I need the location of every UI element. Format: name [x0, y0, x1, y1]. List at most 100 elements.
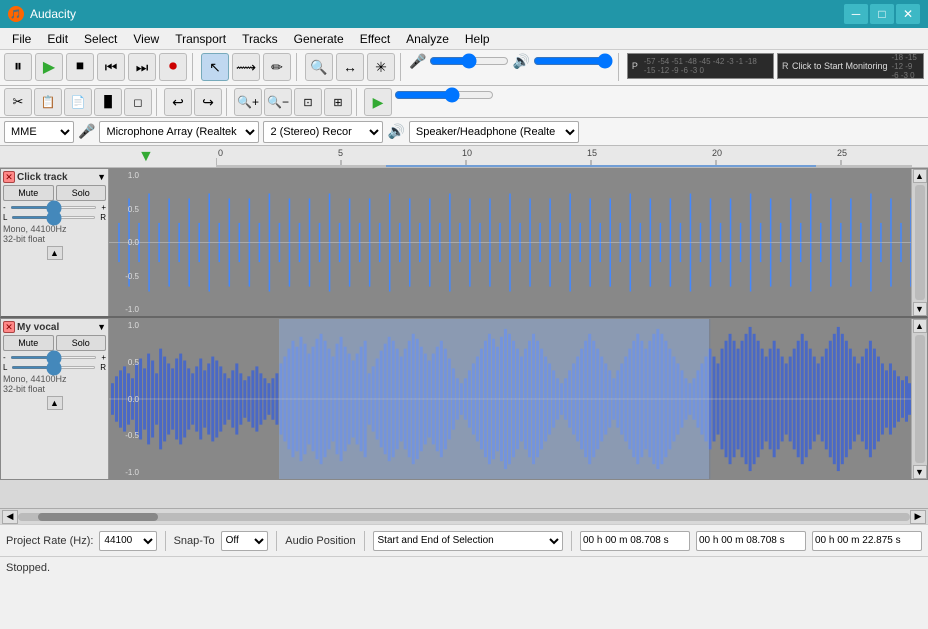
- play-button[interactable]: ▶: [35, 53, 63, 81]
- menu-transport[interactable]: Transport: [167, 30, 234, 48]
- zoom-tool[interactable]: 🔍: [305, 53, 333, 81]
- vocal-track-collapse[interactable]: ▲: [47, 396, 63, 410]
- vocal-track-info1: Mono, 44100Hz: [3, 374, 106, 384]
- vocal-track-scrollbar[interactable]: ▲ ▼: [911, 319, 927, 479]
- scroll-thumb: [915, 185, 925, 300]
- vocal-scroll-up[interactable]: ▲: [913, 319, 927, 333]
- vocal-scroll-down[interactable]: ▼: [913, 465, 927, 479]
- scroll-down[interactable]: ▼: [913, 302, 927, 316]
- menu-edit[interactable]: Edit: [39, 30, 76, 48]
- speaker-select[interactable]: Speaker/Headphone (Realte: [409, 121, 579, 143]
- menu-bar: File Edit Select View Transport Tracks G…: [0, 28, 928, 50]
- click-track-controls: ✕ Click track ▼ Mute Solo - + L R: [1, 169, 109, 316]
- paste-button[interactable]: 📄: [64, 88, 92, 116]
- play-at-speed-button[interactable]: ▶: [364, 88, 392, 116]
- menu-analyze[interactable]: Analyze: [398, 30, 457, 48]
- audio-position-input[interactable]: 00 h 00 m 08.708 s: [580, 531, 690, 551]
- app-icon: 🎵: [8, 6, 24, 22]
- menu-generate[interactable]: Generate: [286, 30, 352, 48]
- separator2: [296, 53, 300, 81]
- horizontal-scrollbar[interactable]: ◀ ▶: [0, 508, 928, 524]
- ruler-svg: 0 5 10 15 20 25 30: [216, 146, 912, 168]
- zoom-out-button[interactable]: 🔍−: [264, 88, 292, 116]
- selection-mode-select[interactable]: Start and End of Selection: [373, 531, 564, 551]
- pause-button[interactable]: ⏸: [4, 53, 32, 81]
- input-volume-slider[interactable]: [429, 53, 509, 69]
- skip-start-button[interactable]: ⏮: [97, 53, 125, 81]
- click-track-scrollbar[interactable]: ▲ ▼: [911, 169, 927, 316]
- snap-to-select[interactable]: Off: [221, 531, 269, 551]
- record-meter-ticks: -18 -15 -12 -9 -6 -3 0: [891, 53, 919, 79]
- undo-button[interactable]: ↩: [164, 88, 192, 116]
- multi-tool[interactable]: ✳: [367, 53, 395, 81]
- copy-button[interactable]: 📋: [34, 88, 62, 116]
- vocal-track-menu[interactable]: ▼: [97, 322, 106, 332]
- svg-text:0: 0: [218, 148, 223, 158]
- silence-button[interactable]: ◻: [124, 88, 152, 116]
- start-selection-input[interactable]: 00 h 00 m 08.708 s: [696, 531, 806, 551]
- stopped-bar: Stopped.: [0, 556, 928, 578]
- click-track-close[interactable]: ✕: [3, 171, 15, 183]
- vocal-pan-row: L R: [3, 363, 106, 372]
- menu-help[interactable]: Help: [457, 30, 498, 48]
- scroll-up[interactable]: ▲: [913, 169, 927, 183]
- project-rate-select[interactable]: 44100: [99, 531, 156, 551]
- record-meter[interactable]: R Click to Start Monitoring -18 -15 -12 …: [777, 53, 924, 79]
- select-tool[interactable]: ↖: [201, 53, 229, 81]
- maximize-button[interactable]: □: [870, 4, 894, 24]
- trim-button[interactable]: ▐▌: [94, 88, 122, 116]
- menu-tracks[interactable]: Tracks: [234, 30, 286, 48]
- minimize-button[interactable]: ─: [844, 4, 868, 24]
- stop-button[interactable]: ⏹: [66, 53, 94, 81]
- stopped-text: Stopped.: [6, 562, 50, 574]
- output-volume-slider[interactable]: [533, 53, 613, 69]
- click-track-menu[interactable]: ▼: [97, 172, 106, 182]
- vocal-waveform-svg: [109, 319, 911, 479]
- menu-view[interactable]: View: [125, 30, 167, 48]
- skip-end-button[interactable]: ⏭: [128, 53, 156, 81]
- envelope-tool[interactable]: ⟿: [232, 53, 260, 81]
- project-rate-label: Project Rate (Hz):: [6, 535, 93, 547]
- svg-text:25: 25: [837, 148, 847, 158]
- click-pan-r: R: [100, 213, 106, 222]
- vocal-pan-slider[interactable]: [11, 366, 96, 369]
- title-bar-controls: ─ □ ✕: [844, 4, 920, 24]
- menu-file[interactable]: File: [4, 30, 39, 48]
- vocal-scroll-thumb: [915, 335, 925, 463]
- redo-button[interactable]: ↪: [194, 88, 222, 116]
- menu-select[interactable]: Select: [76, 30, 125, 48]
- cut-button[interactable]: ✂: [4, 88, 32, 116]
- scroll-left-btn[interactable]: ◀: [2, 510, 18, 524]
- playback-meter[interactable]: P -57 -54 -51 -48 -45 -42 -3 -1 -18 -15 …: [627, 53, 774, 79]
- click-track-header: ✕ Click track ▼: [3, 171, 106, 183]
- end-selection-input[interactable]: 00 h 00 m 22.875 s: [812, 531, 922, 551]
- zoom-sel-button[interactable]: ⊞: [324, 88, 352, 116]
- vocal-track-waveform[interactable]: 1.0 0.5 0.0 -0.5 -1.0 My vocal: [109, 319, 911, 479]
- menu-effect[interactable]: Effect: [352, 30, 398, 48]
- draw-tool[interactable]: ✏: [263, 53, 291, 81]
- host-select[interactable]: MME: [4, 121, 74, 143]
- click-track-info1: Mono, 44100Hz: [3, 224, 106, 234]
- close-button[interactable]: ✕: [896, 4, 920, 24]
- track-area: ✕ Click track ▼ Mute Solo - + L R: [0, 168, 928, 508]
- click-track-waveform[interactable]: 1.0 0.5 0.0 -0.5 -1.0 Click track: [109, 169, 911, 316]
- speaker-icon2: 🔊: [387, 123, 404, 140]
- mic-select[interactable]: Microphone Array (Realtek: [99, 121, 259, 143]
- click-pan-slider[interactable]: [11, 216, 96, 219]
- status-bar: Project Rate (Hz): 44100 Snap-To Off Aud…: [0, 524, 928, 556]
- channels-select[interactable]: 2 (Stereo) Recor: [263, 121, 383, 143]
- record-button[interactable]: ⏺: [159, 53, 187, 81]
- zoom-in-button[interactable]: 🔍+: [234, 88, 262, 116]
- title-bar: 🎵 Audacity ─ □ ✕: [0, 0, 928, 28]
- click-track-collapse[interactable]: ▲: [47, 246, 63, 260]
- speed-slider[interactable]: [394, 88, 494, 102]
- zoom-fit-button[interactable]: ⊡: [294, 88, 322, 116]
- scroll-right-btn[interactable]: ▶: [910, 510, 926, 524]
- timeshift-tool[interactable]: ↔: [336, 53, 364, 81]
- vocal-track-close[interactable]: ✕: [3, 321, 15, 333]
- status-sep1: [165, 531, 166, 551]
- device-toolbar: MME 🎤 Microphone Array (Realtek 2 (Stere…: [0, 118, 928, 146]
- click-to-monitor[interactable]: Click to Start Monitoring: [792, 61, 888, 71]
- click-pan-l: L: [3, 213, 7, 222]
- scroll-thumb[interactable]: [38, 513, 158, 521]
